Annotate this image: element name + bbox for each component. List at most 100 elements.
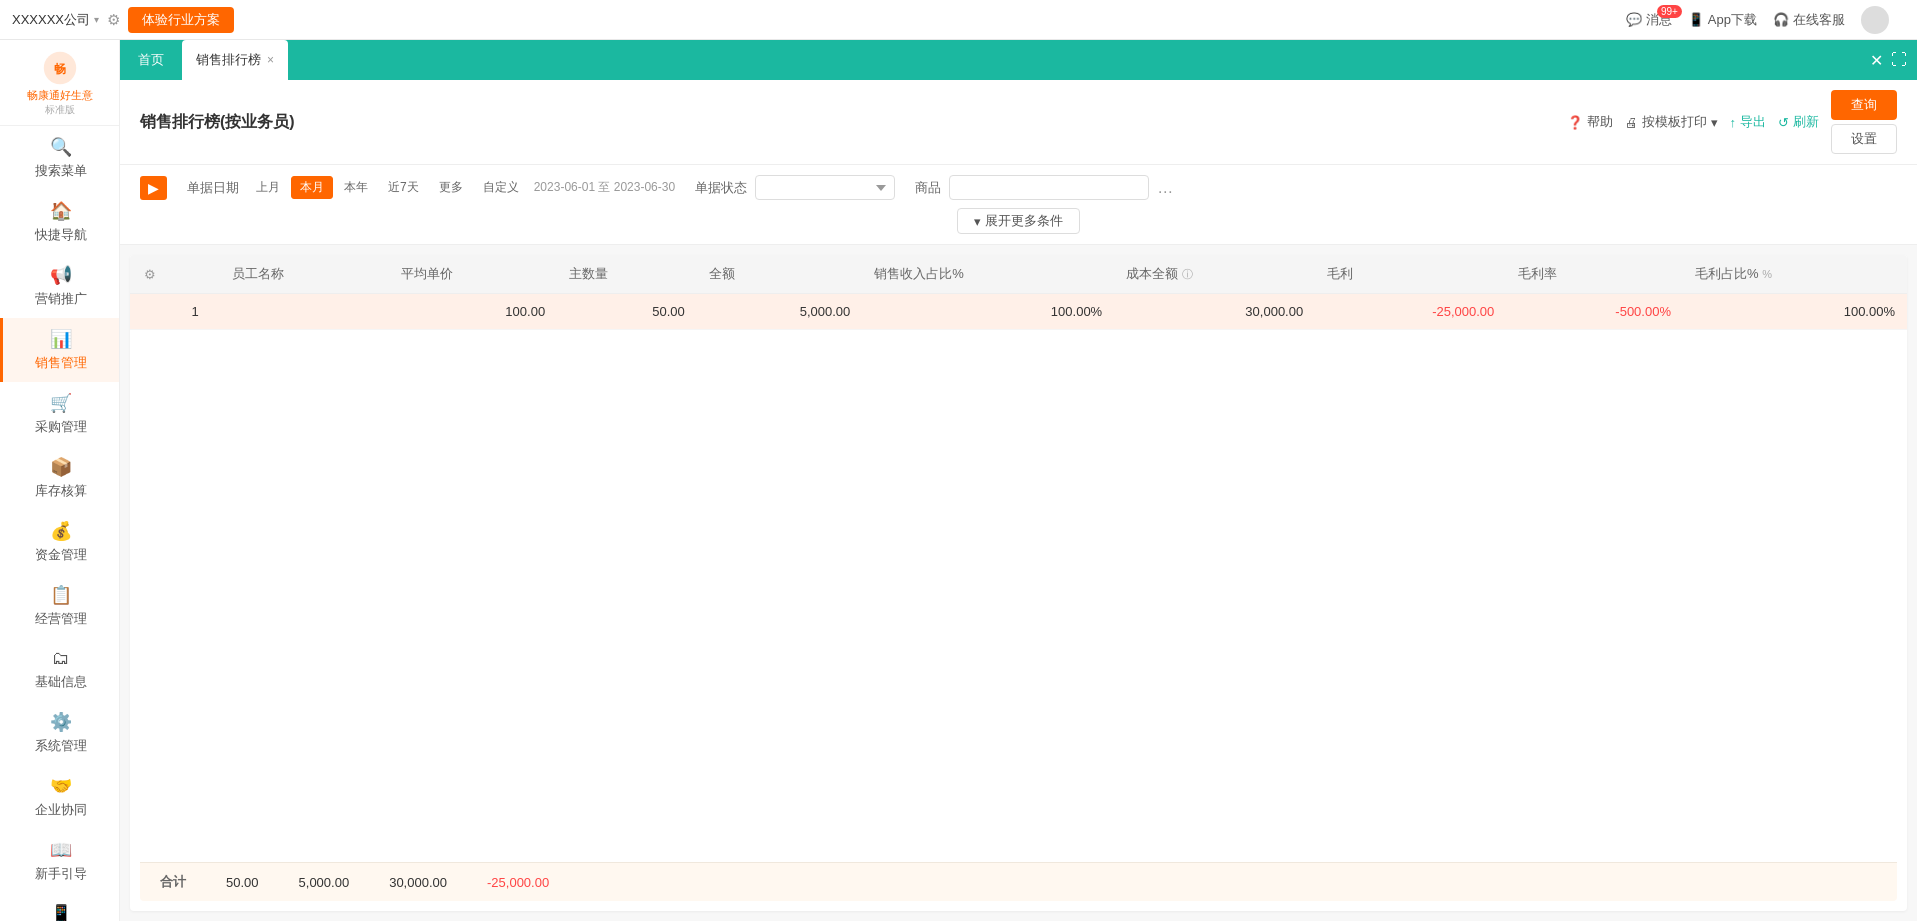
page-header-actions: ❓ 帮助 🖨 按模板打印 ▾ ↑ 导出 ↺ 刷新 bbox=[1567, 90, 1898, 164]
status-select[interactable] bbox=[755, 175, 895, 200]
sidebar-item-guide[interactable]: 📖 新手引导 bbox=[0, 829, 119, 893]
company-name: XXXXXX公司 bbox=[12, 11, 90, 29]
export-icon: ↑ bbox=[1730, 115, 1737, 130]
help-button[interactable]: ❓ 帮助 bbox=[1567, 113, 1613, 131]
table-body: 1 100.00 50.00 5,000.00 100.00% 30,000.0… bbox=[130, 294, 1907, 330]
date-filter-label: 单据日期 bbox=[187, 179, 239, 197]
purchase-icon: 🛒 bbox=[50, 392, 72, 414]
total-main-qty: 50.00 bbox=[226, 875, 259, 890]
expand-more-button[interactable]: ▾ 展开更多条件 bbox=[957, 208, 1080, 234]
sidebar-item-operations[interactable]: 📋 经营管理 bbox=[0, 574, 119, 638]
template-print-button[interactable]: 🖨 按模板打印 ▾ bbox=[1625, 113, 1718, 131]
filter-row: ▶ 单据日期 上月 本月 本年 近7天 更多 自定义 2023-06-01 至 … bbox=[140, 175, 1897, 200]
sidebar-label-purchase: 采购管理 bbox=[35, 418, 87, 436]
table-row: 1 100.00 50.00 5,000.00 100.00% 30,000.0… bbox=[130, 294, 1907, 330]
row-rank: 1 bbox=[170, 294, 220, 330]
sidebar-label-guide: 新手引导 bbox=[35, 865, 87, 883]
data-table: ⚙ 员工名称 平均单价 主数量 全额 销售收入占比% 成本全额 ⓘ bbox=[130, 255, 1907, 330]
online-service-button[interactable]: 🎧 在线客服 bbox=[1773, 11, 1845, 29]
avatar[interactable] bbox=[1861, 6, 1889, 34]
basic-icon: 🗂 bbox=[52, 648, 70, 669]
sidebar-item-basic[interactable]: 🗂 基础信息 bbox=[0, 638, 119, 701]
guide-icon: 📖 bbox=[50, 839, 72, 861]
total-gross: -25,000.00 bbox=[487, 875, 549, 890]
settings-icon[interactable]: ⚙ bbox=[107, 11, 120, 29]
page-title: 销售排行榜(按业务员) bbox=[140, 112, 295, 143]
tab-sales-ranking[interactable]: 销售排行榜 × bbox=[182, 40, 288, 80]
sidebar-item-marketing[interactable]: 📢 营销推广 bbox=[0, 254, 119, 318]
page-content: 销售排行榜(按业务员) ❓ 帮助 🖨 按模板打印 ▾ ↑ 导出 bbox=[120, 80, 1917, 921]
trial-button[interactable]: 体验行业方案 bbox=[128, 7, 234, 33]
date-tab-this-year[interactable]: 本年 bbox=[335, 176, 377, 199]
refresh-icon: ↺ bbox=[1778, 115, 1789, 130]
message-button[interactable]: 💬 消息 99+ bbox=[1626, 11, 1672, 29]
sidebar: 畅 畅康通好生意 标准版 🔍 搜索菜单 🏠 快捷导航 📢 营销推广 📊 销售管理… bbox=[0, 40, 120, 921]
query-settings-group: 查询 设置 bbox=[1831, 90, 1897, 154]
total-amount: 5,000.00 bbox=[299, 875, 350, 890]
sidebar-item-purchase[interactable]: 🛒 采购管理 bbox=[0, 382, 119, 446]
date-tab-7days[interactable]: 近7天 bbox=[379, 176, 428, 199]
query-button[interactable]: 查询 bbox=[1831, 90, 1897, 120]
goods-input[interactable] bbox=[949, 175, 1149, 200]
table-container: ⚙ 员工名称 平均单价 主数量 全额 销售收入占比% 成本全额 ⓘ bbox=[130, 255, 1907, 911]
total-cost: 30,000.00 bbox=[389, 875, 447, 890]
sidebar-label-search: 搜索菜单 bbox=[35, 162, 87, 180]
date-tab-this-month[interactable]: 本月 bbox=[291, 176, 333, 199]
settings-button[interactable]: 设置 bbox=[1831, 124, 1897, 154]
tab-close-icon[interactable]: × bbox=[267, 53, 274, 67]
sidebar-item-quicknav[interactable]: 🏠 快捷导航 bbox=[0, 190, 119, 254]
sidebar-item-apps[interactable]: 📱 应用中心 bbox=[0, 893, 119, 921]
total-label: 合计 bbox=[160, 873, 186, 891]
sidebar-item-search[interactable]: 🔍 搜索菜单 bbox=[0, 126, 119, 190]
col-name: 员工名称 bbox=[220, 255, 389, 294]
sidebar-logo: 畅 畅康通好生意 标准版 bbox=[0, 40, 119, 126]
app-download-button[interactable]: 📱 App下载 bbox=[1688, 11, 1757, 29]
sidebar-item-inventory[interactable]: 📦 库存核算 bbox=[0, 446, 119, 510]
row-main-qty: 50.00 bbox=[557, 294, 697, 330]
row-amount: 5,000.00 bbox=[697, 294, 862, 330]
col-cost: 成本全额 ⓘ bbox=[1114, 255, 1315, 294]
row-cost: 30,000.00 bbox=[1114, 294, 1315, 330]
sales-icon: 📊 bbox=[50, 328, 72, 350]
col-gross-rate: 毛利率 bbox=[1506, 255, 1683, 294]
sidebar-item-collab[interactable]: 🤝 企业协同 bbox=[0, 765, 119, 829]
svg-text:畅: 畅 bbox=[54, 62, 66, 75]
company-selector[interactable]: XXXXXX公司 ▾ bbox=[12, 11, 99, 29]
sidebar-label-quicknav: 快捷导航 bbox=[35, 226, 87, 244]
col-gross-pct: 毛利占比% % bbox=[1683, 255, 1907, 294]
chevron-down-icon: ▾ bbox=[974, 214, 981, 229]
expand-row: ▾ 展开更多条件 bbox=[140, 208, 1897, 234]
collab-icon: 🤝 bbox=[50, 775, 72, 797]
tab-maximize-icon[interactable]: ⛶ bbox=[1891, 51, 1907, 69]
date-tab-last-month[interactable]: 上月 bbox=[247, 176, 289, 199]
tab-bar: 首页 销售排行榜 × ✕ ⛶ bbox=[120, 40, 1917, 80]
home-icon: 🏠 bbox=[50, 200, 72, 222]
sidebar-label-finance: 资金管理 bbox=[35, 546, 87, 564]
export-button[interactable]: ↑ 导出 bbox=[1730, 113, 1767, 131]
sidebar-item-finance[interactable]: 💰 资金管理 bbox=[0, 510, 119, 574]
apps-icon: 📱 bbox=[50, 903, 72, 921]
gross-pct-info-icon: % bbox=[1762, 268, 1772, 280]
col-settings[interactable]: ⚙ bbox=[130, 255, 170, 294]
tab-home[interactable]: 首页 bbox=[120, 40, 182, 80]
filter-area: ▶ 单据日期 上月 本月 本年 近7天 更多 自定义 2023-06-01 至 … bbox=[120, 165, 1917, 245]
filter-date-item: 单据日期 上月 本月 本年 近7天 更多 自定义 2023-06-01 至 20… bbox=[187, 176, 675, 199]
sidebar-item-sales[interactable]: 📊 销售管理 bbox=[0, 318, 119, 382]
main-layout: 畅 畅康通好生意 标准版 🔍 搜索菜单 🏠 快捷导航 📢 营销推广 📊 销售管理… bbox=[0, 40, 1917, 921]
message-badge: 99+ bbox=[1657, 5, 1682, 18]
goods-ellipsis-button[interactable]: … bbox=[1157, 179, 1173, 197]
page-header: 销售排行榜(按业务员) ❓ 帮助 🖨 按模板打印 ▾ ↑ 导出 bbox=[120, 80, 1917, 165]
marketing-icon: 📢 bbox=[50, 264, 72, 286]
refresh-button[interactable]: ↺ 刷新 bbox=[1778, 113, 1819, 131]
cost-info-icon: ⓘ bbox=[1182, 268, 1193, 280]
filter-toggle-icon[interactable]: ▶ bbox=[140, 176, 167, 200]
filter-status-item: 单据状态 bbox=[695, 175, 895, 200]
col-sales-pct: 销售收入占比% bbox=[862, 255, 1114, 294]
sidebar-item-system[interactable]: ⚙️ 系统管理 bbox=[0, 701, 119, 765]
logo-subtitle: 畅康通好生意 bbox=[27, 88, 93, 103]
date-tab-custom[interactable]: 自定义 bbox=[474, 176, 528, 199]
tab-close-window-icon[interactable]: ✕ bbox=[1870, 51, 1883, 70]
sidebar-label-inventory: 库存核算 bbox=[35, 482, 87, 500]
date-tab-more[interactable]: 更多 bbox=[430, 176, 472, 199]
operations-icon: 📋 bbox=[50, 584, 72, 606]
